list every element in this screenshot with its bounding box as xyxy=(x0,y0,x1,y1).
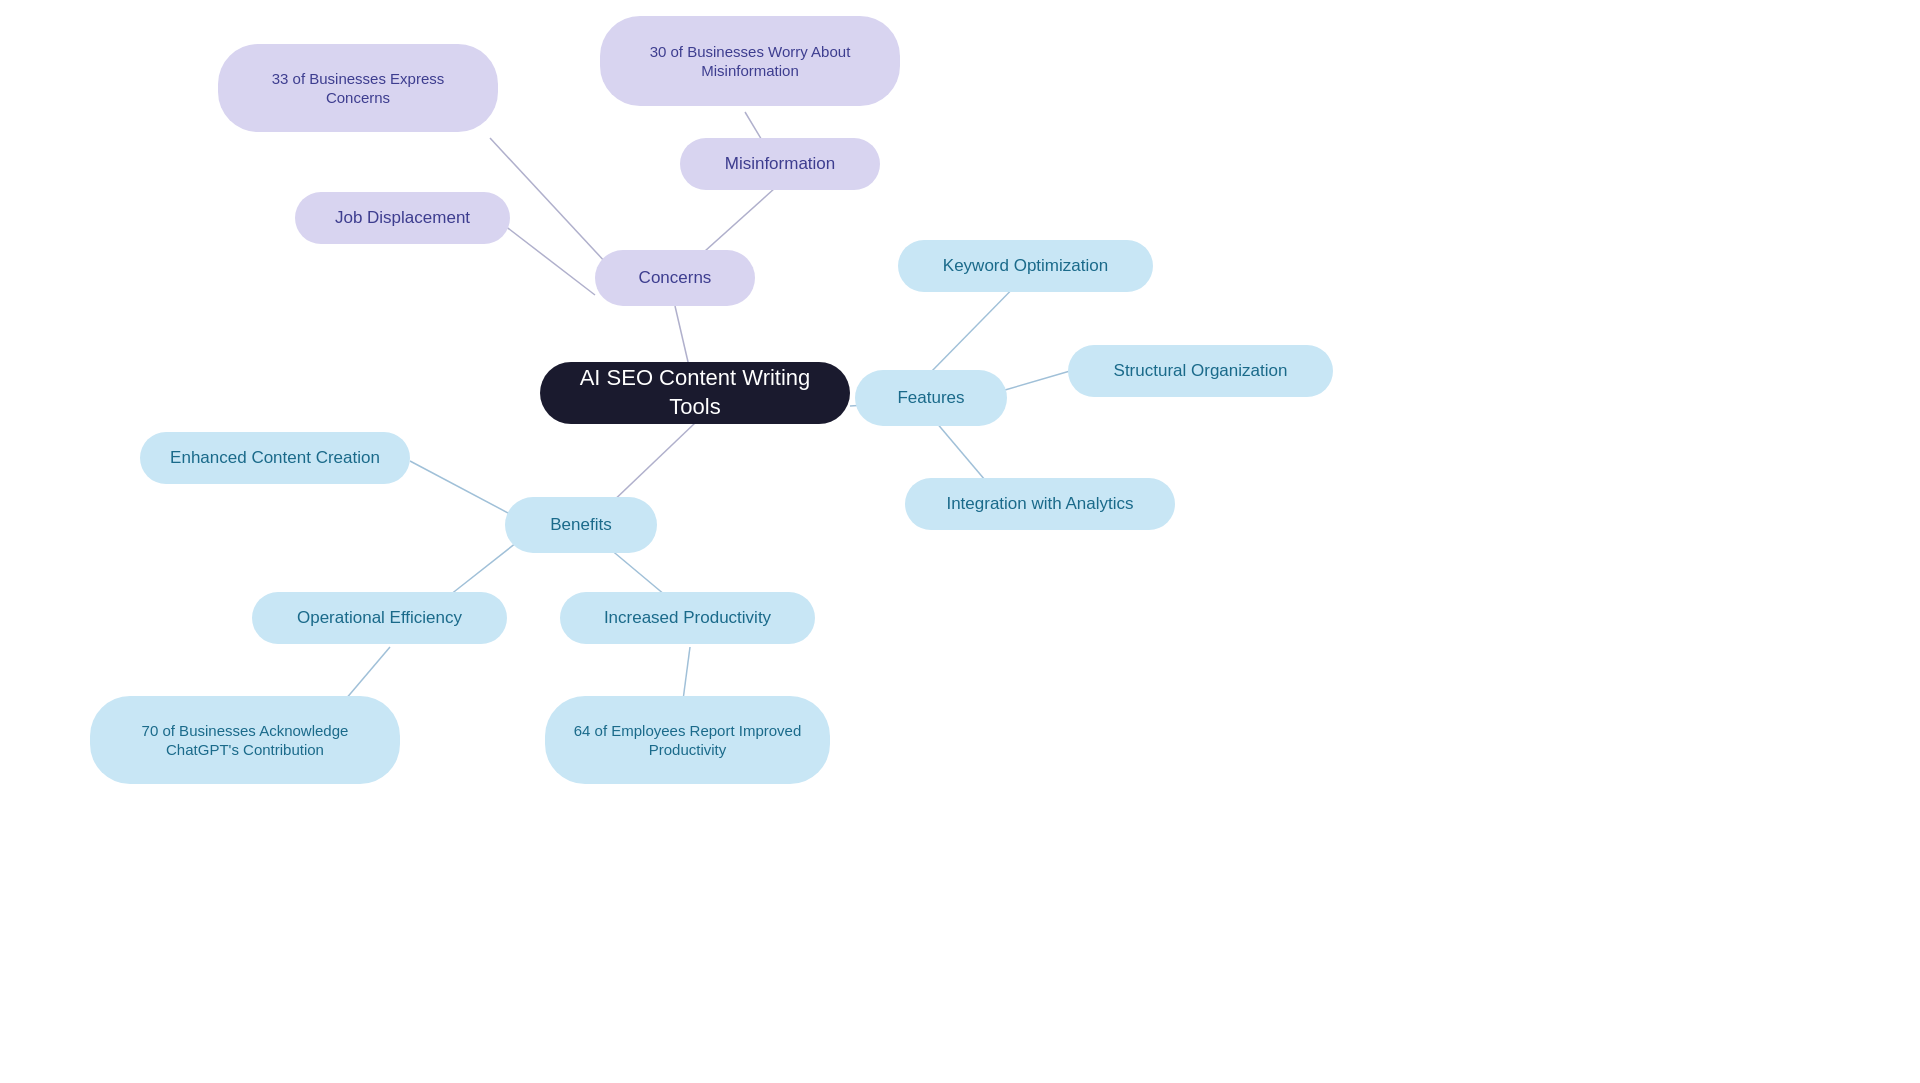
features-node: Features xyxy=(855,370,1007,426)
increased-productivity-label: Increased Productivity xyxy=(604,607,771,629)
employees-productivity-node: 64 of Employees Report Improved Producti… xyxy=(545,696,830,784)
integration-analytics-label: Integration with Analytics xyxy=(946,493,1133,515)
misinformation-node: Misinformation xyxy=(680,138,880,190)
svg-line-13 xyxy=(1005,371,1070,390)
businesses-concerns-label: 33 of Businesses Express Concerns xyxy=(240,69,476,108)
svg-line-7 xyxy=(410,461,510,514)
svg-line-4 xyxy=(500,222,595,295)
chatgpt-contribution-label: 70 of Businesses Acknowledge ChatGPT's C… xyxy=(112,721,378,760)
benefits-label: Benefits xyxy=(550,514,611,536)
center-node: AI SEO Content Writing Tools xyxy=(540,362,850,424)
keyword-optimization-label: Keyword Optimization xyxy=(943,255,1108,277)
misinformation-label: Misinformation xyxy=(725,153,836,175)
businesses-concerns-node: 33 of Businesses Express Concerns xyxy=(218,44,498,132)
structural-organization-label: Structural Organization xyxy=(1114,360,1288,382)
benefits-node: Benefits xyxy=(505,497,657,553)
svg-line-5 xyxy=(490,138,620,278)
employees-productivity-label: 64 of Employees Report Improved Producti… xyxy=(567,721,808,760)
enhanced-content-label: Enhanced Content Creation xyxy=(170,447,380,469)
structural-organization-node: Structural Organization xyxy=(1068,345,1333,397)
operational-efficiency-label: Operational Efficiency xyxy=(297,607,462,629)
concerns-node: Concerns xyxy=(595,250,755,306)
operational-efficiency-node: Operational Efficiency xyxy=(252,592,507,644)
svg-line-11 xyxy=(683,647,690,700)
integration-analytics-node: Integration with Analytics xyxy=(905,478,1175,530)
keyword-optimization-node: Keyword Optimization xyxy=(898,240,1153,292)
enhanced-content-node: Enhanced Content Creation xyxy=(140,432,410,484)
job-displacement-node: Job Displacement xyxy=(295,192,510,244)
job-displacement-label: Job Displacement xyxy=(335,207,470,229)
businesses-misinformation-label: 30 of Businesses Worry About Misinformat… xyxy=(622,42,878,81)
svg-line-10 xyxy=(345,647,390,700)
increased-productivity-node: Increased Productivity xyxy=(560,592,815,644)
concerns-label: Concerns xyxy=(639,267,712,289)
center-label: AI SEO Content Writing Tools xyxy=(562,364,828,421)
chatgpt-contribution-node: 70 of Businesses Acknowledge ChatGPT's C… xyxy=(90,696,400,784)
businesses-misinformation-node: 30 of Businesses Worry About Misinformat… xyxy=(600,16,900,106)
features-label: Features xyxy=(897,387,964,409)
